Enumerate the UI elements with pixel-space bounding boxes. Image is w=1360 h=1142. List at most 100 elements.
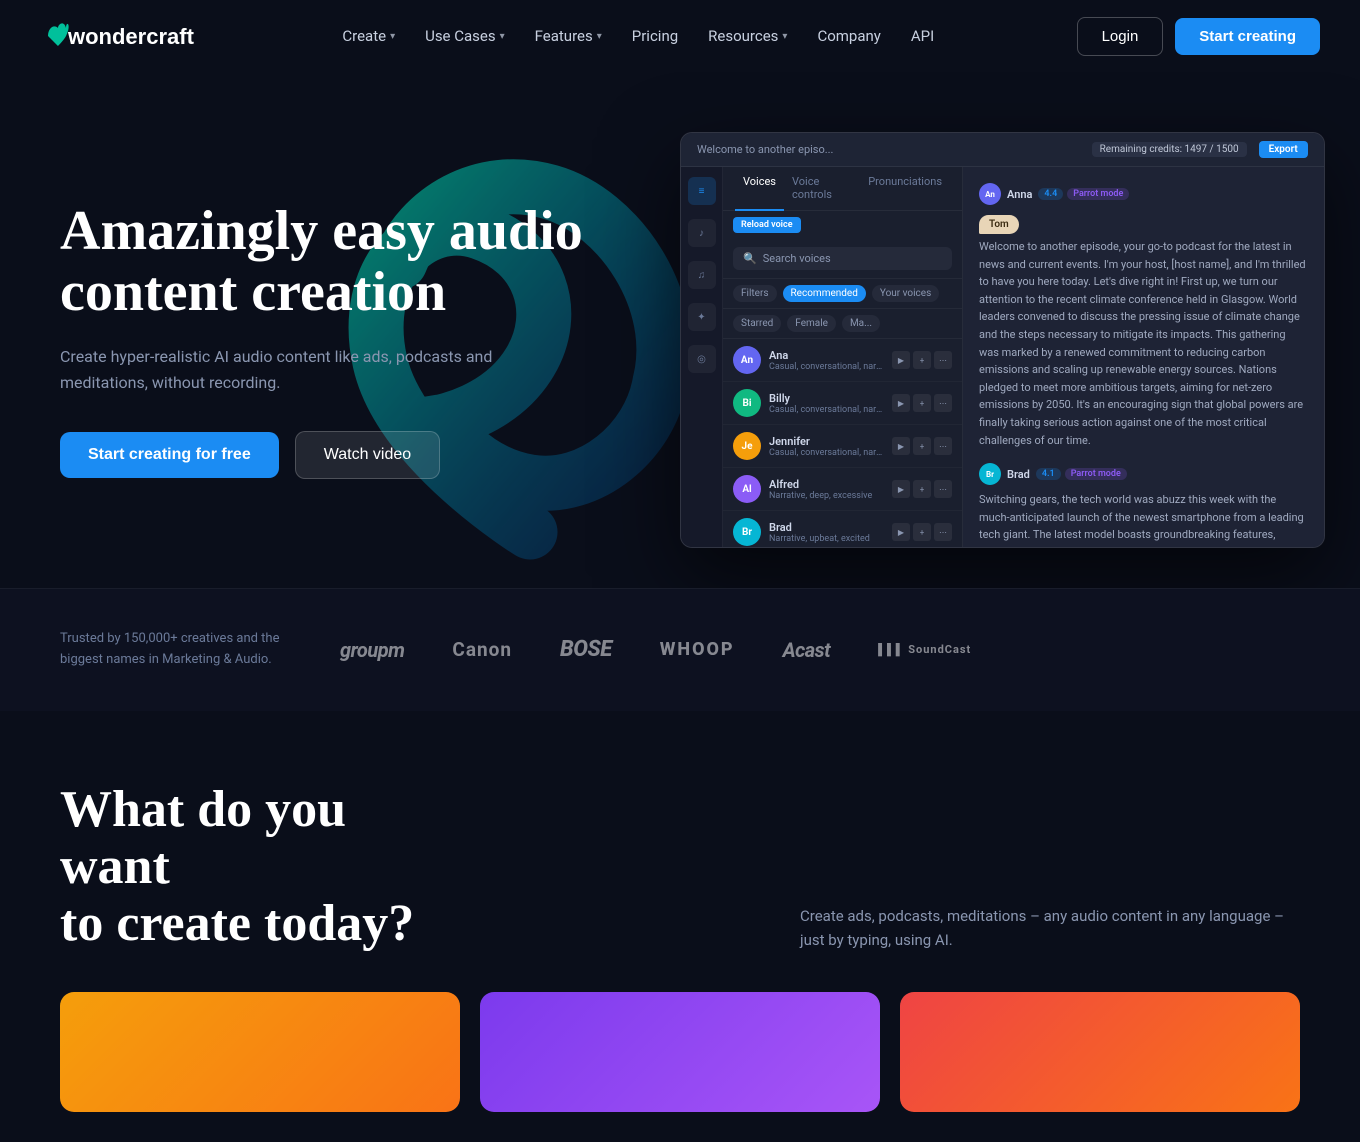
voice-add-jennifer[interactable]: + <box>913 437 931 455</box>
voice-play-ana[interactable]: ▶ <box>892 351 910 369</box>
voice-play-alfred[interactable]: ▶ <box>892 480 910 498</box>
sidebar-music-icon[interactable]: ♫ <box>688 261 716 289</box>
nav-company[interactable]: Company <box>805 19 892 53</box>
filter-starred[interactable]: Starred <box>733 315 781 332</box>
block-text-brad: Switching gears, the tech world was abuz… <box>979 491 1308 548</box>
block-badges-anna: 4.4 Parrot mode <box>1038 188 1129 200</box>
search-icon: 🔍 <box>743 252 757 265</box>
voice-actions-alfred: ▶ + ⋯ <box>892 480 952 498</box>
nav-actions: Login Start creating <box>1077 17 1320 56</box>
voices-filters-2: Starred Female Ma... <box>723 309 962 339</box>
voice-avatar-ana: An <box>733 346 761 374</box>
sidebar-content-icon[interactable]: ≡ <box>688 177 716 205</box>
voice-add-brad[interactable]: + <box>913 523 931 541</box>
logo-canon: Canon <box>452 638 512 661</box>
voice-item-billy[interactable]: Bi Billy Casual, conversational, narrati… <box>723 382 962 425</box>
sidebar-voice-icon[interactable]: ♪ <box>688 219 716 247</box>
tab-voice-controls[interactable]: Voice controls <box>784 167 860 211</box>
filter-recommended[interactable]: Recommended <box>783 285 866 302</box>
voice-list: An Ana Casual, conversational, narrative… <box>723 339 962 547</box>
credits-badge: Remaining credits: 1497 / 1500 <box>1092 142 1247 157</box>
voice-item-alfred[interactable]: Al Alfred Narrative, deep, excessive ▶ +… <box>723 468 962 511</box>
voice-play-brad[interactable]: ▶ <box>892 523 910 541</box>
block-badges-brad: 4.1 Parrot mode <box>1036 468 1127 480</box>
voice-add-ana[interactable]: + <box>913 351 931 369</box>
voices-panel: Voices Voice controls Pronunciations Rel… <box>723 167 963 547</box>
block-text-anna: Welcome to another episode, your go-to p… <box>979 238 1308 449</box>
voice-add-alfred[interactable]: + <box>913 480 931 498</box>
nav-links: Create ▾ Use Cases ▾ Features ▾ Pricing … <box>330 19 946 53</box>
voice-play-jennifer[interactable]: ▶ <box>892 437 910 455</box>
voice-indicator-anna: An Anna 4.4 Parrot mode <box>979 183 1308 205</box>
app-sidebar: ≡ ♪ ♫ ✦ ◎ <box>681 167 723 547</box>
voices-search: 🔍 Search voices <box>723 239 962 279</box>
filter-filters[interactable]: Filters <box>733 285 777 302</box>
voice-more-billy[interactable]: ⋯ <box>934 394 952 412</box>
badge-version: 4.4 <box>1038 188 1063 200</box>
voices-tabs: Voices Voice controls Pronunciations <box>723 167 962 211</box>
export-button[interactable]: Export <box>1259 141 1308 158</box>
badge-parrot-brad: Parrot mode <box>1065 468 1127 480</box>
card-1[interactable] <box>60 992 460 1112</box>
voice-more-ana[interactable]: ⋯ <box>934 351 952 369</box>
app-main: Voices Voice controls Pronunciations Rel… <box>723 167 1324 547</box>
reload-voice-button[interactable]: Reload voice <box>733 217 801 233</box>
nav-features[interactable]: Features ▾ <box>523 19 614 53</box>
use-cases-chevron-icon: ▾ <box>500 31 505 42</box>
nav-use-cases[interactable]: Use Cases ▾ <box>413 19 517 53</box>
block-avatar-brad: Br <box>979 463 1001 485</box>
sidebar-sfx-icon[interactable]: ✦ <box>688 303 716 331</box>
voice-actions-brad: ▶ + ⋯ <box>892 523 952 541</box>
voice-play-billy[interactable]: ▶ <box>892 394 910 412</box>
filter-male[interactable]: Ma... <box>842 315 880 332</box>
voice-item-brad[interactable]: Br Brad Narrative, upbeat, excited ▶ + ⋯ <box>723 511 962 547</box>
start-creating-free-button[interactable]: Start creating for free <box>60 432 279 478</box>
what-subtitle: Create ads, podcasts, meditations – any … <box>800 904 1300 952</box>
start-creating-button[interactable]: Start creating <box>1175 18 1320 55</box>
navbar: wondercraft Create ▾ Use Cases ▾ Feature… <box>0 0 1360 72</box>
voice-item-ana[interactable]: An Ana Casual, conversational, narrative… <box>723 339 962 382</box>
logo[interactable]: wondercraft <box>40 18 200 54</box>
login-button[interactable]: Login <box>1077 17 1164 56</box>
tom-tooltip: Tom <box>979 215 1019 234</box>
logo-soundcast: ▌▌▌ SoundCast <box>878 643 971 656</box>
sidebar-clip-icon[interactable]: ◎ <box>688 345 716 373</box>
voice-actions-ana: ▶ + ⋯ <box>892 351 952 369</box>
badge-version-brad: 4.1 <box>1036 468 1061 480</box>
app-topbar: Welcome to another episo... Remaining cr… <box>681 133 1324 167</box>
voice-more-alfred[interactable]: ⋯ <box>934 480 952 498</box>
voice-item-jennifer[interactable]: Je Jennifer Casual, conversational, narr… <box>723 425 962 468</box>
voice-actions-jennifer: ▶ + ⋯ <box>892 437 952 455</box>
voice-actions-billy: ▶ + ⋯ <box>892 394 952 412</box>
nav-resources[interactable]: Resources ▾ <box>696 19 799 53</box>
badge-parrot-mode: Parrot mode <box>1067 188 1129 200</box>
what-section: What do you want to create today? Create… <box>0 711 1360 1142</box>
search-box[interactable]: 🔍 Search voices <box>733 247 952 270</box>
features-chevron-icon: ▾ <box>597 31 602 42</box>
card-2[interactable] <box>480 992 880 1112</box>
tab-pronunciations[interactable]: Pronunciations <box>860 167 950 211</box>
app-preview: Welcome to another episo... Remaining cr… <box>680 132 1325 548</box>
voice-more-jennifer[interactable]: ⋯ <box>934 437 952 455</box>
voice-info-ana: Ana Casual, conversational, narrative <box>769 349 884 372</box>
filter-female[interactable]: Female <box>787 315 836 332</box>
cards-row <box>60 992 1300 1112</box>
nav-api[interactable]: API <box>899 19 946 53</box>
voice-more-brad[interactable]: ⋯ <box>934 523 952 541</box>
content-editor[interactable]: An Anna 4.4 Parrot mode Tom <box>963 167 1324 548</box>
what-header: What do you want to create today? Create… <box>60 781 1300 953</box>
voice-add-billy[interactable]: + <box>913 394 931 412</box>
filter-your-voices[interactable]: Your voices <box>872 285 939 302</box>
nav-pricing[interactable]: Pricing <box>620 19 690 53</box>
trusted-section: Trusted by 150,000+ creatives and the bi… <box>0 588 1360 711</box>
voice-avatar-jennifer: Je <box>733 432 761 460</box>
trusted-logos: groupm Canon BOSE WHOOP Acast ▌▌▌ SoundC… <box>340 637 1300 662</box>
app-body: ≡ ♪ ♫ ✦ ◎ Voices Voice controls Pronunci… <box>681 167 1324 547</box>
card-3[interactable] <box>900 992 1300 1112</box>
voices-filters: Filters Recommended Your voices <box>723 279 962 309</box>
watch-video-button[interactable]: Watch video <box>295 431 440 479</box>
tab-voices[interactable]: Voices <box>735 167 784 211</box>
search-placeholder: Search voices <box>763 252 831 265</box>
create-chevron-icon: ▾ <box>390 31 395 42</box>
nav-create[interactable]: Create ▾ <box>330 19 407 53</box>
